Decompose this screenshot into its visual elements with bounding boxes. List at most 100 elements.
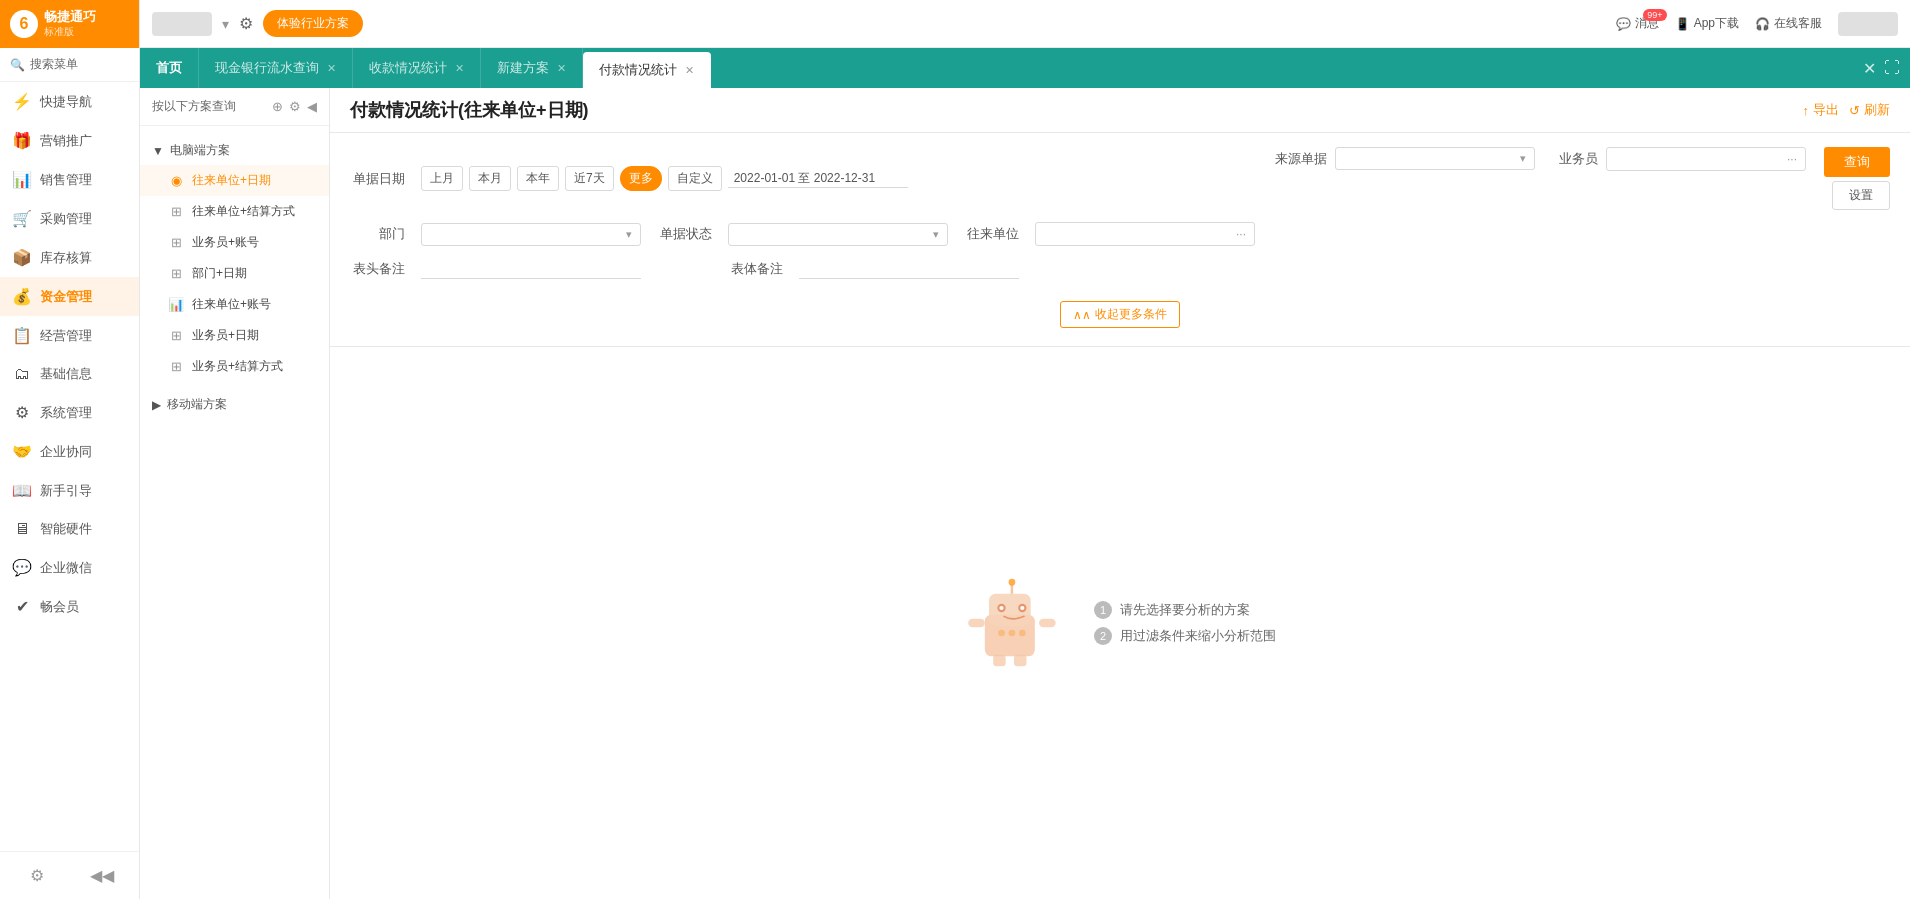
- tab-bank[interactable]: 现金银行流水查询 ✕: [199, 48, 353, 88]
- sidebar-item-enterprise[interactable]: 🤝 企业协同: [0, 432, 139, 471]
- footer-settings-btn[interactable]: ⚙: [8, 860, 67, 891]
- refresh-button[interactable]: ↺ 刷新: [1849, 101, 1890, 119]
- sidebar-item-capital[interactable]: 💰 资金管理: [0, 277, 139, 316]
- app-download-label: App下载: [1694, 15, 1739, 32]
- footer-collapse-btn[interactable]: ◀◀: [73, 860, 132, 891]
- marketing-icon: 🎁: [12, 131, 32, 150]
- sidebar-item-wechat[interactable]: 💬 企业微信: [0, 548, 139, 587]
- scheme-counterparty-settlement[interactable]: ⊞ 往来单位+结算方式: [140, 196, 329, 227]
- robot-illustration: [964, 573, 1064, 673]
- scheme-counterparty-account[interactable]: 📊 往来单位+账号: [140, 289, 329, 320]
- payment-stats-tab-label: 收款情况统计: [369, 59, 447, 77]
- source-doc-select[interactable]: ▾: [1335, 147, 1535, 170]
- sidebar-item-label: 新手引导: [40, 482, 92, 500]
- new-plan-tab-close-icon[interactable]: ✕: [557, 62, 566, 75]
- svg-rect-11: [1014, 655, 1027, 667]
- mobile-section-header[interactable]: ▶ 移动端方案: [140, 390, 329, 419]
- table-header-input[interactable]: [421, 258, 641, 279]
- date-range-input[interactable]: [728, 169, 908, 188]
- online-service-action[interactable]: 🎧 在线客服: [1755, 15, 1822, 32]
- svg-point-4: [999, 606, 1003, 610]
- left-panel-title: 按以下方案查询: [152, 98, 236, 115]
- export-button[interactable]: ↑ 导出: [1803, 101, 1840, 119]
- sidebar-item-sales[interactable]: 📊 销售管理: [0, 160, 139, 199]
- sidebar-item-marketing[interactable]: 🎁 营销推广: [0, 121, 139, 160]
- filter-row-2: 部门 ▾ 单据状态 ▾ 往来单位 ···: [350, 222, 1890, 246]
- close-tab-icon[interactable]: ✕: [1863, 59, 1876, 78]
- empty-steps: 1 请先选择要分析的方案 2 用过滤条件来缩小分析范围: [1094, 601, 1276, 645]
- dept-select[interactable]: ▾: [421, 223, 641, 246]
- table-header-label: 表头备注: [350, 260, 405, 278]
- settings-button[interactable]: 设置: [1832, 181, 1890, 210]
- settings-gear-icon[interactable]: ⚙: [239, 14, 253, 33]
- sidebar-item-basic-info[interactable]: 🗂 基础信息: [0, 355, 139, 393]
- member-icon: ✔: [12, 597, 32, 616]
- query-button[interactable]: 查询: [1824, 147, 1890, 177]
- desktop-section-header[interactable]: ▼ 电脑端方案: [140, 136, 329, 165]
- messages-action[interactable]: 💬 消息 99+: [1616, 15, 1659, 32]
- sidebar-item-purchase[interactable]: 🛒 采购管理: [0, 199, 139, 238]
- bank-tab-close-icon[interactable]: ✕: [327, 62, 336, 75]
- scheme-icon-5: 📊: [168, 297, 184, 312]
- date-btn-more[interactable]: 更多: [620, 166, 662, 191]
- desktop-schemes-section: ▼ 电脑端方案 ◉ 往来单位+日期 ⊞ 往来单位+结算方式 ⊞ 业务员+账号: [140, 132, 329, 386]
- salesman-select[interactable]: ···: [1606, 147, 1806, 171]
- date-btn-last-7-days[interactable]: 近7天: [565, 166, 614, 191]
- collapse-conditions-button[interactable]: ∧∧ 收起更多条件: [1060, 301, 1180, 328]
- sidebar-item-operations[interactable]: 📋 经营管理: [0, 316, 139, 355]
- scheme-counterparty-date[interactable]: ◉ 往来单位+日期: [140, 165, 329, 196]
- maximize-tab-icon[interactable]: ⛶: [1884, 59, 1900, 77]
- counterparty-select[interactable]: ···: [1035, 222, 1255, 246]
- scheme-salesman-settlement[interactable]: ⊞ 业务员+结算方式: [140, 351, 329, 382]
- add-scheme-icon[interactable]: ⊕: [272, 99, 283, 114]
- scheme-salesman-date[interactable]: ⊞ 业务员+日期: [140, 320, 329, 351]
- sales-icon: 📊: [12, 170, 32, 189]
- trial-industry-button[interactable]: 体验行业方案: [263, 10, 363, 37]
- sidebar-item-guide[interactable]: 📖 新手引导: [0, 471, 139, 510]
- svg-rect-9: [1039, 619, 1056, 627]
- collapse-panel-icon[interactable]: ◀: [307, 99, 317, 114]
- sidebar-item-quick-nav[interactable]: ⚡ 快捷导航: [0, 82, 139, 121]
- scheme-item-label: 业务员+日期: [192, 327, 259, 344]
- sidebar-item-system[interactable]: ⚙ 系统管理: [0, 393, 139, 432]
- tab-home[interactable]: 首页: [140, 48, 199, 88]
- user-avatar[interactable]: [1838, 12, 1898, 36]
- collapse-up-icon: ∧∧: [1073, 308, 1091, 322]
- step-1-num: 1: [1094, 601, 1112, 619]
- app-download-action[interactable]: 📱 App下载: [1675, 15, 1739, 32]
- table-body-input[interactable]: [799, 258, 1019, 279]
- sidebar-item-label: 资金管理: [40, 288, 92, 306]
- scheme-salesman-account[interactable]: ⊞ 业务员+账号: [140, 227, 329, 258]
- tab-new-plan[interactable]: 新建方案 ✕: [481, 48, 583, 88]
- empty-step-2: 2 用过滤条件来缩小分析范围: [1094, 627, 1276, 645]
- payment-stats-tab-close-icon[interactable]: ✕: [455, 62, 464, 75]
- date-btn-this-month[interactable]: 本月: [469, 166, 511, 191]
- main-area: ▾ ⚙ 体验行业方案 💬 消息 99+ 📱 App下载 🎧 在线客服 首页: [140, 0, 1910, 899]
- date-btn-this-year[interactable]: 本年: [517, 166, 559, 191]
- date-btn-custom[interactable]: 自定义: [668, 166, 722, 191]
- tab-payment-stats[interactable]: 收款情况统计 ✕: [353, 48, 481, 88]
- inventory-icon: 📦: [12, 248, 32, 267]
- doc-status-select[interactable]: ▾: [728, 223, 948, 246]
- company-dropdown[interactable]: ▾: [222, 16, 229, 32]
- svg-point-5: [1020, 606, 1024, 610]
- scheme-settings-icon[interactable]: ⚙: [289, 99, 301, 114]
- pay-stats-tab-close-icon[interactable]: ✕: [685, 64, 694, 77]
- quick-nav-icon: ⚡: [12, 92, 32, 111]
- refresh-label: 刷新: [1864, 101, 1890, 119]
- active-scheme-icon: ◉: [168, 173, 184, 188]
- tab-pay-stats[interactable]: 付款情况统计 ✕: [583, 52, 711, 88]
- step-1-text: 请先选择要分析的方案: [1120, 601, 1250, 619]
- logo-name: 畅捷通巧: [44, 9, 96, 25]
- sidebar-item-inventory[interactable]: 📦 库存核算: [0, 238, 139, 277]
- wechat-icon: 💬: [12, 558, 32, 577]
- sidebar-item-hardware[interactable]: 🖥 智能硬件: [0, 510, 139, 548]
- scheme-dept-date[interactable]: ⊞ 部门+日期: [140, 258, 329, 289]
- search-menu[interactable]: 🔍 搜索菜单: [0, 48, 139, 82]
- sidebar-item-label: 经营管理: [40, 327, 92, 345]
- empty-step-1: 1 请先选择要分析的方案: [1094, 601, 1276, 619]
- home-tab-label: 首页: [156, 59, 182, 77]
- sidebar-item-label: 企业协同: [40, 443, 92, 461]
- date-btn-last-month[interactable]: 上月: [421, 166, 463, 191]
- sidebar-item-member[interactable]: ✔ 畅会员: [0, 587, 139, 626]
